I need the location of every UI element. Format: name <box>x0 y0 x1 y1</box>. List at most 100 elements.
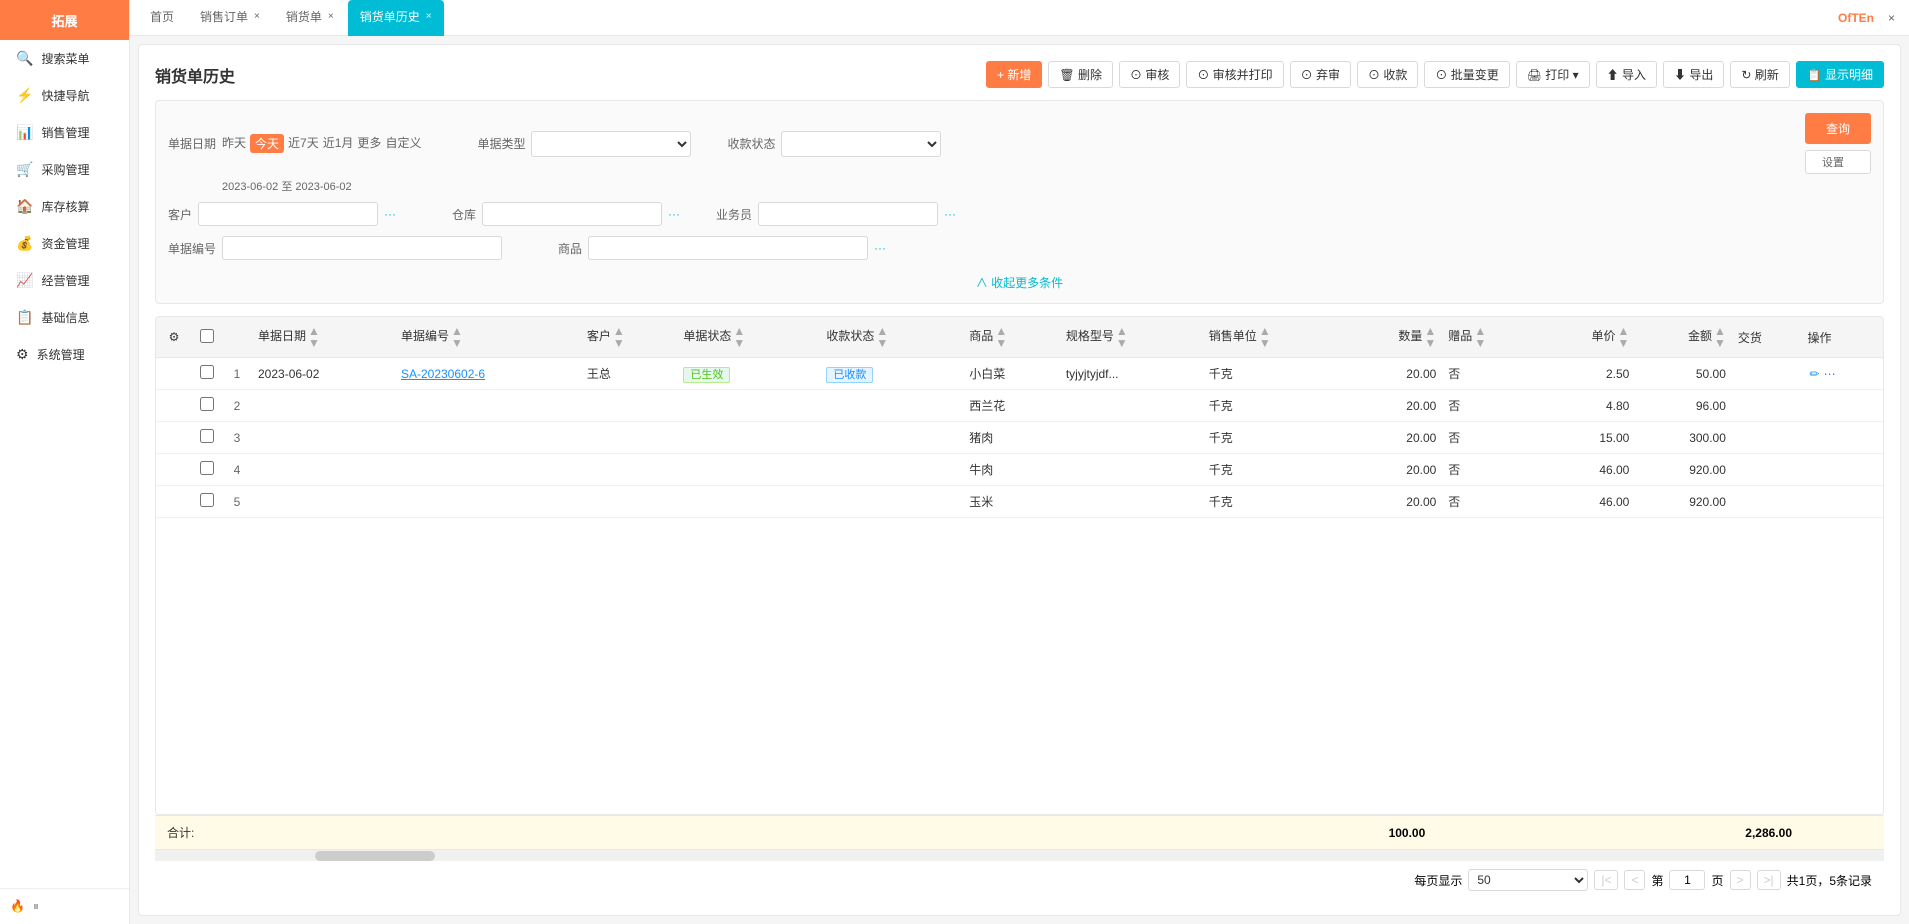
table-row: 4 牛肉 千克 20.00 否 46.00 920.00 <box>156 454 1883 486</box>
goods-dots[interactable]: ··· <box>874 241 886 255</box>
cell-doc-no[interactable] <box>395 454 581 486</box>
th-goods[interactable]: 商品▲▼ <box>963 317 1060 358</box>
th-check[interactable] <box>192 317 222 358</box>
per-page-select[interactable]: 50 100 <box>1468 869 1588 891</box>
query-button[interactable]: 查询 <box>1805 113 1871 144</box>
cell-action[interactable] <box>1802 486 1883 518</box>
sidebar-item-inventory[interactable]: 🏠 库存核算 <box>0 188 129 225</box>
th-doc-status[interactable]: 单据状态▲▼ <box>677 317 820 358</box>
warehouse-input[interactable] <box>482 202 662 226</box>
th-doc-date[interactable]: 单据日期▲▼ <box>252 317 395 358</box>
cell-action[interactable] <box>1802 454 1883 486</box>
horizontal-scrollbar[interactable] <box>155 849 1884 861</box>
pause-icon[interactable]: ⏸ <box>33 899 39 914</box>
th-settings[interactable]: ⚙ <box>156 317 192 358</box>
add-button[interactable]: + 新增 <box>986 61 1042 88</box>
tab-sales-order[interactable]: 销售订单 × <box>188 0 272 36</box>
cell-doc-no[interactable] <box>395 486 581 518</box>
import-button[interactable]: ⬆ 导入 <box>1596 61 1657 88</box>
th-gift[interactable]: 赠品▲▼ <box>1442 317 1539 358</box>
tab-home[interactable]: 首页 <box>138 0 186 36</box>
shortcut-week[interactable]: 近7天 <box>288 134 319 153</box>
cell-action[interactable]: ✏⋯ <box>1802 358 1883 390</box>
th-doc-no[interactable]: 单据编号▲▼ <box>395 317 581 358</box>
cell-action[interactable] <box>1802 390 1883 422</box>
sidebar-item-purchase-mgmt[interactable]: 🛒 采购管理 <box>0 151 129 188</box>
doctype-select[interactable] <box>531 131 691 157</box>
goods-input[interactable] <box>588 236 868 260</box>
sidebar-item-sys-mgmt[interactable]: ⚙ 系统管理 <box>0 336 129 373</box>
th-spec[interactable]: 规格型号▲▼ <box>1060 317 1203 358</box>
th-collect-status[interactable]: 收款状态▲▼ <box>820 317 963 358</box>
tab-sales-history-close[interactable]: × <box>426 11 432 22</box>
th-action: 操作 <box>1802 317 1883 358</box>
row-checkbox[interactable] <box>200 397 214 411</box>
page-input[interactable] <box>1669 870 1705 890</box>
collect-button[interactable]: ⊙ 收款 <box>1357 61 1418 88</box>
row-checkbox[interactable] <box>200 429 214 443</box>
refresh-button[interactable]: ↻ 刷新 <box>1730 61 1789 88</box>
staff-input[interactable] <box>758 202 938 226</box>
row-check[interactable] <box>192 454 222 486</box>
batch-change-button[interactable]: ⊙ 批量变更 <box>1424 61 1509 88</box>
shortcut-month[interactable]: 近1月 <box>323 134 354 153</box>
cell-doc-no[interactable] <box>395 422 581 454</box>
more-icon[interactable]: ⋯ <box>1824 367 1836 381</box>
row-check[interactable] <box>192 358 222 390</box>
cell-spec <box>1060 454 1203 486</box>
delete-button[interactable]: 🗑 删除 <box>1048 61 1113 88</box>
shortcut-yesterday[interactable]: 昨天 <box>222 134 246 153</box>
collapse-bar[interactable]: ∧ 收起更多条件 <box>168 270 1871 291</box>
shortcut-today[interactable]: 今天 <box>250 134 284 153</box>
th-amount[interactable]: 金额▲▼ <box>1635 317 1732 358</box>
sidebar-item-finance[interactable]: 💰 资金管理 <box>0 225 129 262</box>
shortcut-more[interactable]: 更多 <box>357 134 381 153</box>
customer-input[interactable] <box>198 202 378 226</box>
page-prev-button[interactable]: < <box>1624 870 1645 890</box>
tab-sales-goods-close[interactable]: × <box>328 11 334 22</box>
sidebar-item-basic-info[interactable]: 📋 基础信息 <box>0 299 129 336</box>
docno-input[interactable] <box>222 236 502 260</box>
customer-dots[interactable]: ··· <box>384 207 396 221</box>
print-review-button[interactable]: ⊙ 审核并打印 <box>1186 61 1283 88</box>
tab-sales-history[interactable]: 销货单历史 × <box>348 0 444 36</box>
page-first-button[interactable]: |< <box>1594 870 1618 890</box>
th-unit[interactable]: 销售单位▲▼ <box>1203 317 1346 358</box>
collect-status-select[interactable] <box>781 131 941 157</box>
staff-dots[interactable]: ··· <box>944 207 956 221</box>
edit-icon[interactable]: ✏ <box>1810 367 1820 381</box>
warehouse-dots[interactable]: ··· <box>668 207 680 221</box>
cell-doc-no[interactable] <box>395 390 581 422</box>
row-checkbox[interactable] <box>200 461 214 475</box>
sidebar-item-ops-mgmt[interactable]: 📈 经营管理 <box>0 262 129 299</box>
sidebar-item-sales-mgmt[interactable]: 📊 销售管理 <box>0 114 129 151</box>
th-qty[interactable]: 数量▲▼ <box>1346 317 1443 358</box>
settings-icon[interactable]: ⚙ <box>169 330 180 344</box>
sidebar-item-search-menu[interactable]: 🔍 搜索菜单 <box>0 40 129 77</box>
shortcut-custom[interactable]: 自定义 <box>385 134 421 153</box>
th-price[interactable]: 单价▲▼ <box>1539 317 1636 358</box>
export-button[interactable]: ⬇ 导出 <box>1663 61 1724 88</box>
cell-doc-no[interactable]: SA-20230602-6 <box>395 358 581 390</box>
sidebar-item-quick-nav[interactable]: ⚡ 快捷导航 <box>0 77 129 114</box>
page-next-button[interactable]: > <box>1730 870 1751 890</box>
window-close[interactable]: × <box>1882 11 1901 25</box>
row-check[interactable] <box>192 486 222 518</box>
tab-sales-order-close[interactable]: × <box>254 11 260 22</box>
select-all-checkbox[interactable] <box>200 329 214 343</box>
row-checkbox[interactable] <box>200 365 214 379</box>
th-customer[interactable]: 客户▲▼ <box>581 317 678 358</box>
tab-sales-goods[interactable]: 销货单 × <box>274 0 346 36</box>
show-detail-button[interactable]: 📋 显示明细 <box>1796 61 1884 88</box>
row-check[interactable] <box>192 390 222 422</box>
settings-filter-button[interactable]: 设置 <box>1805 150 1871 174</box>
page-last-button[interactable]: >| <box>1757 870 1781 890</box>
fire-icon[interactable]: 🔥 <box>10 899 25 914</box>
abandon-button[interactable]: ⊙ 弃审 <box>1290 61 1351 88</box>
print-button[interactable]: 🖨 打印 ▾ <box>1516 61 1590 88</box>
row-check[interactable] <box>192 422 222 454</box>
doc-no-link[interactable]: SA-20230602-6 <box>401 367 485 381</box>
row-checkbox[interactable] <box>200 493 214 507</box>
cell-action[interactable] <box>1802 422 1883 454</box>
review-button[interactable]: ⊙ 审核 <box>1119 61 1180 88</box>
